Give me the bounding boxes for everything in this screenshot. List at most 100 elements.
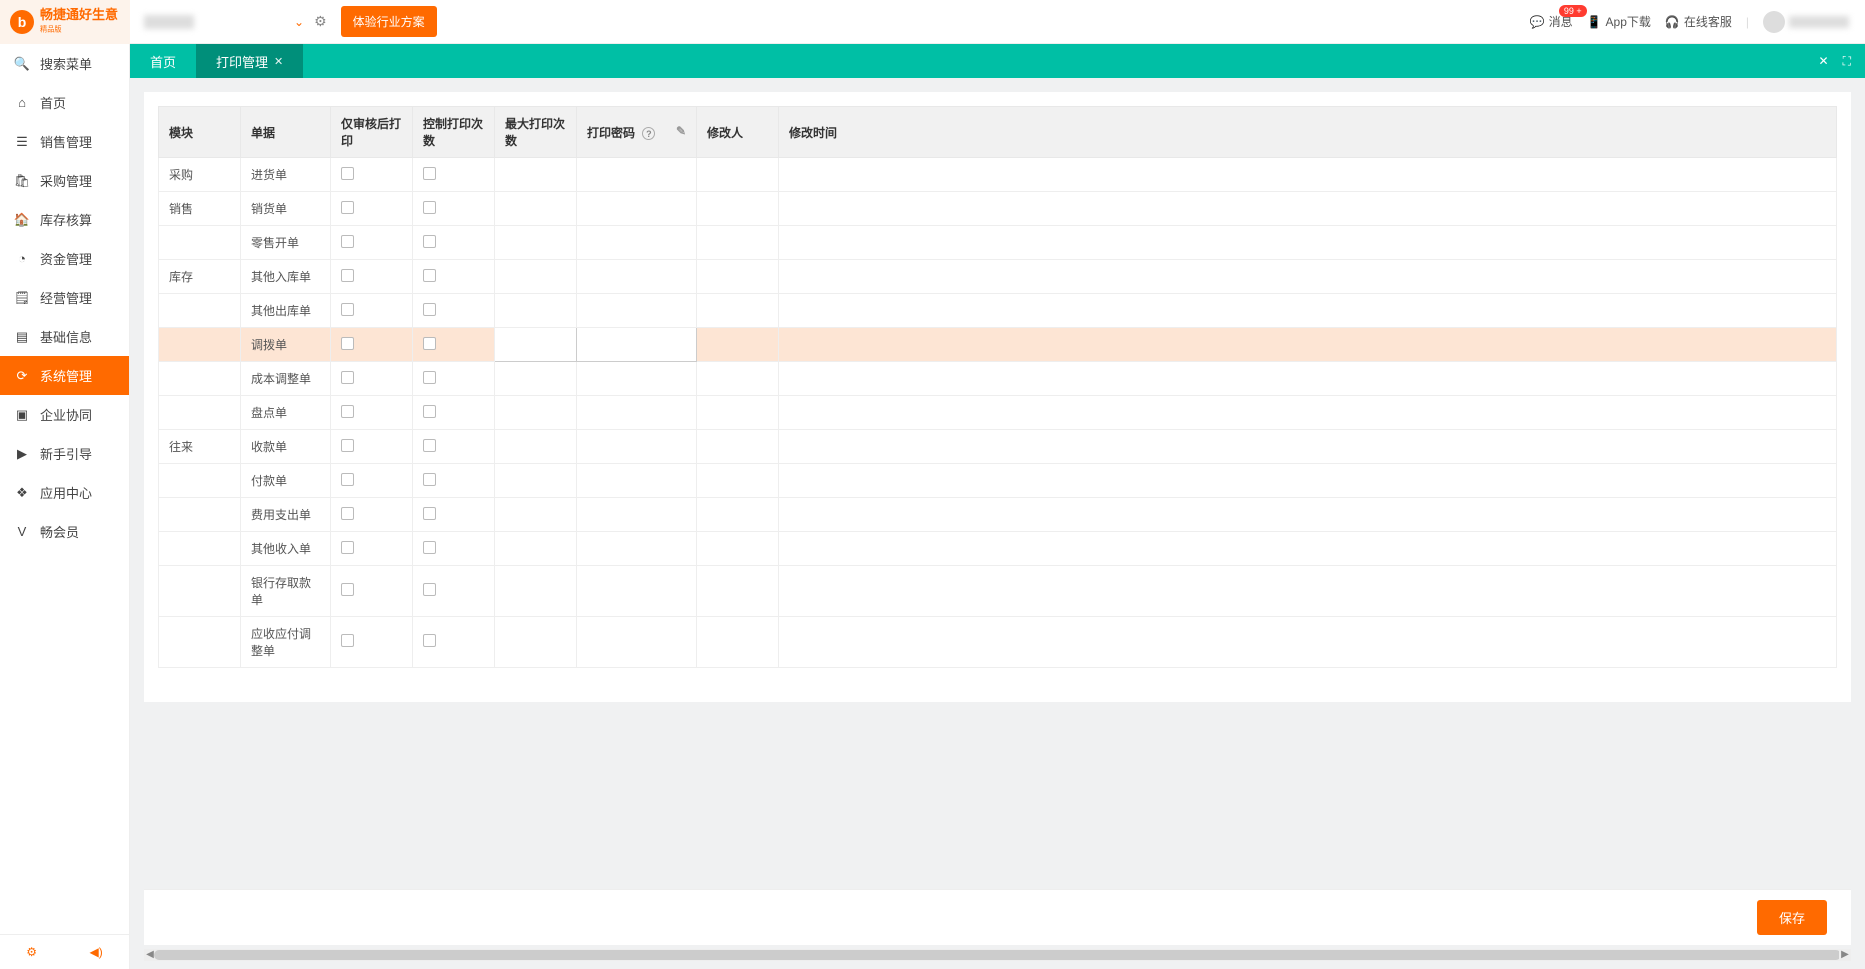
checkbox[interactable] <box>423 269 436 282</box>
logo-name: 畅捷通好生意 <box>40 8 118 22</box>
table-row[interactable]: 付款单 <box>159 464 1837 498</box>
checkbox[interactable] <box>423 235 436 248</box>
cell-ctrl-count <box>413 158 495 192</box>
th-ctrl-count: 控制打印次数 <box>413 107 495 158</box>
scroll-thumb[interactable] <box>154 950 1841 960</box>
sidebar-item-11[interactable]: ❖应用中心 <box>0 473 129 512</box>
sidebar-item-4[interactable]: 🏠库存核算 <box>0 200 129 239</box>
checkbox[interactable] <box>423 303 436 316</box>
checkbox[interactable] <box>341 473 354 486</box>
close-icon[interactable]: ✕ <box>274 55 283 68</box>
checkbox[interactable] <box>341 167 354 180</box>
checkbox[interactable] <box>341 583 354 596</box>
cell-only-audit <box>331 192 413 226</box>
checkbox[interactable] <box>423 583 436 596</box>
fullscreen-icon[interactable]: ⛶ <box>1843 54 1851 69</box>
checkbox[interactable] <box>341 235 354 248</box>
org-selector[interactable]: ⌄ <box>144 15 304 29</box>
table-row[interactable]: 其他收入单 <box>159 532 1837 566</box>
sidebar-item-9[interactable]: ▣企业协同 <box>0 395 129 434</box>
app-download-button[interactable]: 📱 App下载 <box>1587 13 1651 30</box>
help-icon[interactable]: ? <box>642 127 655 140</box>
cell-module <box>159 617 241 668</box>
sidebar-item-label: 库存核算 <box>40 210 92 229</box>
collapse-icon[interactable]: ◀) <box>90 945 103 959</box>
cell-ctrl-count <box>413 260 495 294</box>
messages-button[interactable]: 💬 消息 99 + <box>1530 13 1573 30</box>
checkbox[interactable] <box>423 337 436 350</box>
checkbox[interactable] <box>341 337 354 350</box>
customer-service-button[interactable]: 🎧 在线客服 <box>1665 13 1732 30</box>
cell-ctrl-count <box>413 396 495 430</box>
sidebar-item-5[interactable]: ◔资金管理 <box>0 239 129 278</box>
horizontal-scrollbar[interactable]: ◀ ▶ <box>144 949 1851 961</box>
cell-only-audit <box>331 260 413 294</box>
tab-print-manage[interactable]: 打印管理 ✕ <box>196 44 303 78</box>
checkbox[interactable] <box>423 201 436 214</box>
table-row[interactable]: 零售开单 <box>159 226 1837 260</box>
edit-column-icon[interactable]: ✎ <box>676 124 686 138</box>
footer-bar: 保存 <box>144 889 1851 945</box>
gear-icon[interactable]: ⚙ <box>314 13 327 30</box>
close-all-icon[interactable]: ✕ <box>1819 54 1829 68</box>
cell-modify-time <box>779 498 1837 532</box>
checkbox[interactable] <box>423 439 436 452</box>
table-row[interactable]: 库存其他入库单 <box>159 260 1837 294</box>
table-row[interactable]: 盘点单 <box>159 396 1837 430</box>
checkbox[interactable] <box>423 167 436 180</box>
cell-modifier <box>697 294 779 328</box>
sidebar-item-12[interactable]: V畅会员 <box>0 512 129 551</box>
user-menu[interactable] <box>1763 11 1849 33</box>
table-row[interactable]: 费用支出单 <box>159 498 1837 532</box>
settings-icon[interactable]: ⚙ <box>26 945 37 959</box>
promo-button[interactable]: 体验行业方案 <box>341 6 437 37</box>
cell-max-count <box>495 396 577 430</box>
sidebar-footer: ⚙ ◀) <box>0 934 129 969</box>
cell-doc: 收款单 <box>241 430 331 464</box>
cell-modifier <box>697 158 779 192</box>
cell-only-audit <box>331 464 413 498</box>
table-row[interactable]: 成本调整单 <box>159 362 1837 396</box>
checkbox[interactable] <box>341 507 354 520</box>
cell-max-count <box>495 566 577 617</box>
sidebar-item-8[interactable]: ⟳系统管理 <box>0 356 129 395</box>
menu-icon: 🔍 <box>14 56 30 72</box>
cell-module <box>159 464 241 498</box>
sidebar-item-7[interactable]: ▤基础信息 <box>0 317 129 356</box>
checkbox[interactable] <box>423 473 436 486</box>
checkbox[interactable] <box>341 269 354 282</box>
sidebar-item-label: 系统管理 <box>40 366 92 385</box>
cell-doc: 费用支出单 <box>241 498 331 532</box>
table-row[interactable]: 其他出库单 <box>159 294 1837 328</box>
checkbox[interactable] <box>341 439 354 452</box>
checkbox[interactable] <box>341 201 354 214</box>
sidebar-item-2[interactable]: ☰销售管理 <box>0 122 129 161</box>
checkbox[interactable] <box>341 371 354 384</box>
save-button[interactable]: 保存 <box>1757 900 1827 935</box>
tab-home[interactable]: 首页 <box>130 44 196 78</box>
sidebar-item-0[interactable]: 🔍搜索菜单 <box>0 44 129 83</box>
table-row[interactable]: 销售销货单 <box>159 192 1837 226</box>
cell-only-audit <box>331 617 413 668</box>
cell-modify-time <box>779 464 1837 498</box>
table-row[interactable]: 调拨单 <box>159 328 1837 362</box>
cell-doc: 其他出库单 <box>241 294 331 328</box>
checkbox[interactable] <box>341 303 354 316</box>
scroll-right-arrow[interactable]: ▶ <box>1839 949 1851 961</box>
sidebar-item-6[interactable]: 🗒经营管理 <box>0 278 129 317</box>
table-row[interactable]: 往来收款单 <box>159 430 1837 464</box>
sidebar-item-3[interactable]: 🛍采购管理 <box>0 161 129 200</box>
checkbox[interactable] <box>423 541 436 554</box>
checkbox[interactable] <box>423 371 436 384</box>
checkbox[interactable] <box>423 634 436 647</box>
checkbox[interactable] <box>341 405 354 418</box>
sidebar-item-1[interactable]: ⌂首页 <box>0 83 129 122</box>
checkbox[interactable] <box>423 405 436 418</box>
checkbox[interactable] <box>341 541 354 554</box>
sidebar-item-10[interactable]: ▶新手引导 <box>0 434 129 473</box>
table-row[interactable]: 采购进货单 <box>159 158 1837 192</box>
table-row[interactable]: 银行存取款单 <box>159 566 1837 617</box>
checkbox[interactable] <box>423 507 436 520</box>
table-row[interactable]: 应收应付调整单 <box>159 617 1837 668</box>
checkbox[interactable] <box>341 634 354 647</box>
